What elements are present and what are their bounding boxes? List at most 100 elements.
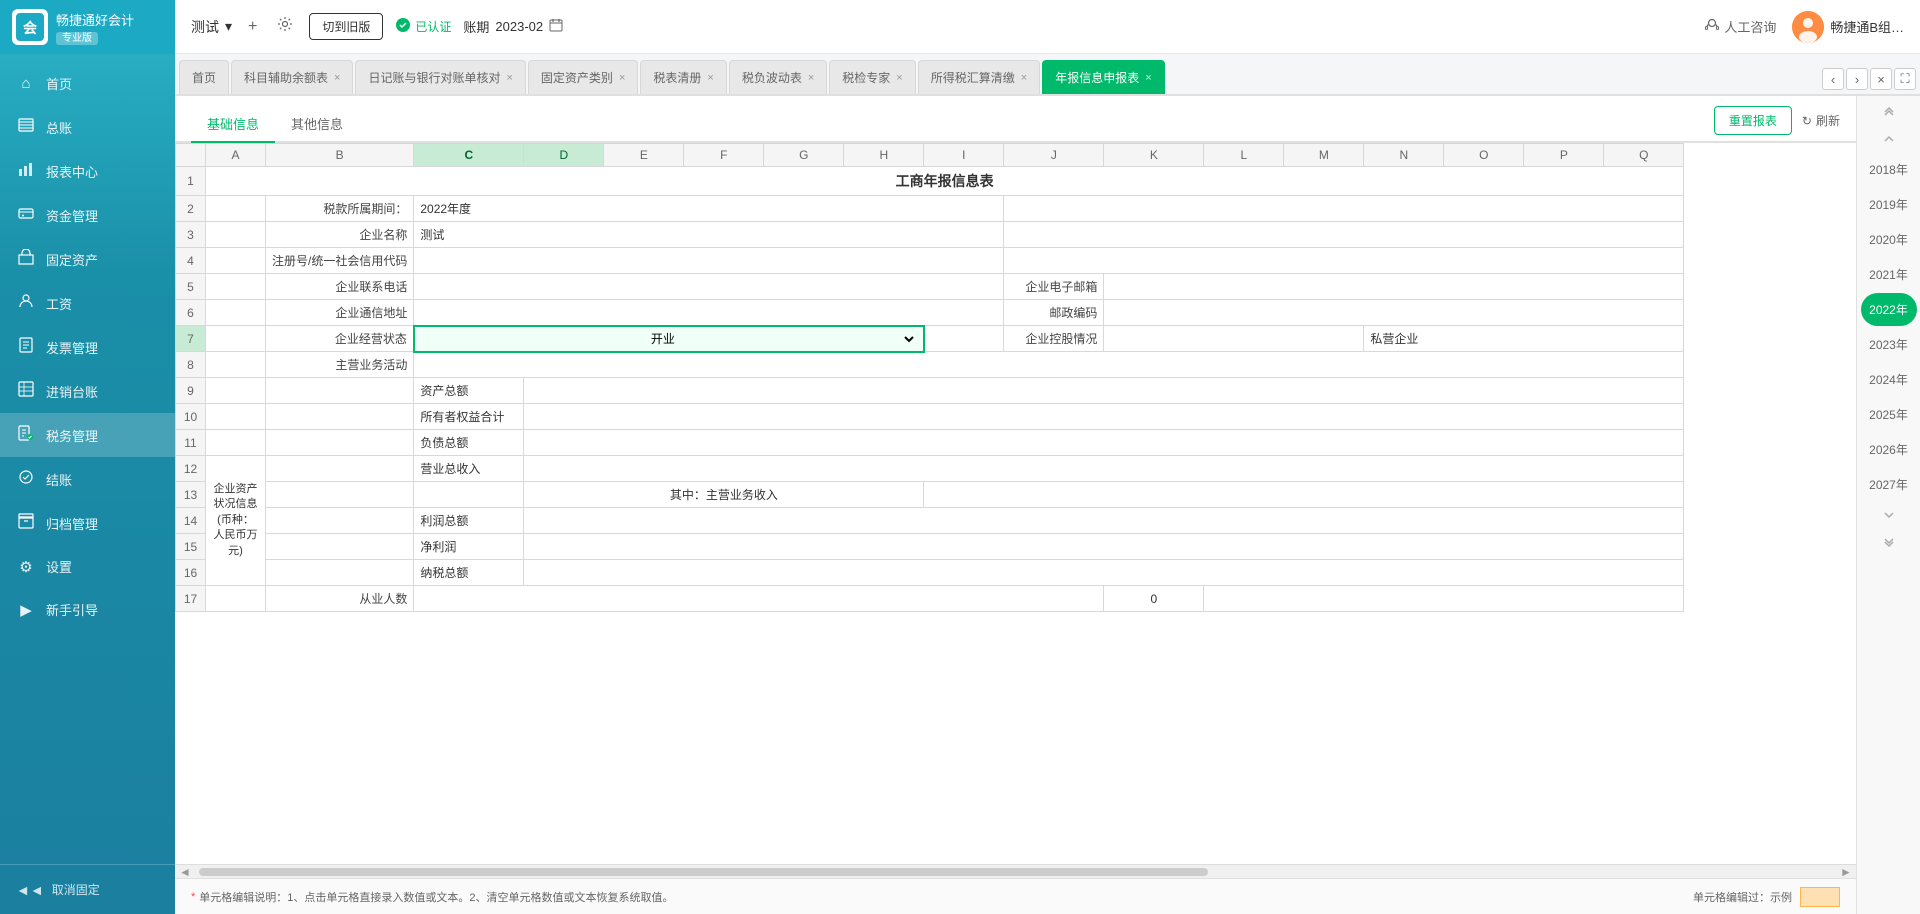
year-panel-scroll-down-btn[interactable]: [1873, 504, 1905, 526]
tab-close-icon[interactable]: ×: [619, 72, 625, 84]
cell-3a[interactable]: [206, 222, 266, 248]
sidebar-item-tax[interactable]: 税务管理: [0, 413, 175, 457]
company-selector[interactable]: 测试 ▾: [191, 17, 232, 37]
sidebar-item-salary[interactable]: 工资: [0, 281, 175, 325]
cell-13c[interactable]: [414, 482, 524, 508]
sidebar-item-home[interactable]: ⌂ 首页: [0, 62, 175, 105]
cell-6c[interactable]: [414, 300, 1004, 326]
cell-4j[interactable]: [1004, 248, 1684, 274]
refresh-button[interactable]: ↻ 刷新: [1802, 112, 1840, 129]
tab-close-icon[interactable]: ×: [1021, 72, 1027, 84]
reset-report-button[interactable]: 重置报表: [1714, 106, 1792, 135]
cell-9a[interactable]: [206, 378, 266, 404]
tab-fixed-assets[interactable]: 固定资产类别 ×: [528, 60, 638, 94]
tab-tax-fluctuation[interactable]: 税负波动表 ×: [729, 60, 827, 94]
year-item-2019[interactable]: 2019年: [1861, 188, 1917, 221]
cell-3c[interactable]: 测试: [414, 222, 1004, 248]
sidebar-item-stock[interactable]: 进销台账: [0, 369, 175, 413]
cell-2c[interactable]: 2022年度: [414, 196, 1004, 222]
cell-10a[interactable]: [206, 404, 266, 430]
cell-17c[interactable]: [414, 586, 1104, 612]
year-panel-down-btn[interactable]: [1873, 530, 1905, 552]
cell-7a[interactable]: [206, 326, 266, 352]
operating-status-select[interactable]: 开业 注销 吊销 迁出 撤销: [421, 331, 917, 347]
scroll-thumb[interactable]: [199, 868, 1208, 876]
sub-tab-basic[interactable]: 基础信息: [191, 106, 275, 143]
tab-close-icon[interactable]: ×: [506, 72, 512, 84]
tab-close-icon[interactable]: ×: [707, 72, 713, 84]
cell-9d[interactable]: [524, 378, 1684, 404]
switch-version-button[interactable]: 切到旧版: [309, 13, 383, 40]
tab-close-icon[interactable]: ×: [334, 72, 340, 84]
tab-close-icon[interactable]: ×: [1145, 72, 1151, 84]
tab-next-button[interactable]: ›: [1846, 68, 1868, 90]
cell-10b[interactable]: [266, 404, 414, 430]
year-item-2018[interactable]: 2018年: [1861, 153, 1917, 186]
period-selector[interactable]: 账期 2023-02: [463, 17, 563, 36]
cell-5a[interactable]: [206, 274, 266, 300]
cell-14d[interactable]: [524, 508, 1684, 534]
tab-annual-report[interactable]: 年报信息申报表 ×: [1042, 60, 1164, 94]
year-item-2025[interactable]: 2025年: [1861, 398, 1917, 431]
cell-7i[interactable]: [924, 326, 1004, 352]
scroll-left-btn[interactable]: ◄: [175, 865, 195, 879]
tab-home[interactable]: 首页: [179, 60, 229, 94]
cell-17k[interactable]: 0: [1104, 586, 1204, 612]
sidebar-item-reports[interactable]: 报表中心: [0, 149, 175, 193]
cell-12b[interactable]: [266, 456, 414, 482]
add-button[interactable]: +: [244, 14, 261, 40]
sidebar-item-invoice[interactable]: 发票管理: [0, 325, 175, 369]
cell-7n[interactable]: 私营企业: [1364, 326, 1684, 352]
tab-auxiliary-balance[interactable]: 科目辅助余额表 ×: [231, 60, 353, 94]
settings-button[interactable]: [273, 12, 297, 41]
year-item-2020[interactable]: 2020年: [1861, 223, 1917, 256]
tab-expand-button[interactable]: ⛶: [1894, 68, 1916, 90]
tab-close-all-button[interactable]: ×: [1870, 68, 1892, 90]
cell-2a[interactable]: [206, 196, 266, 222]
cell-4c[interactable]: [414, 248, 1004, 274]
year-panel-scroll-up-btn[interactable]: [1873, 128, 1905, 150]
spreadsheet-wrapper[interactable]: A B C D E F G H I J K L: [175, 143, 1856, 864]
tab-prev-button[interactable]: ‹: [1822, 68, 1844, 90]
cell-11d[interactable]: [524, 430, 1684, 456]
cell-8c[interactable]: [414, 352, 1684, 378]
cell-17l[interactable]: [1204, 586, 1684, 612]
cell-10d[interactable]: [524, 404, 1684, 430]
cell-16b[interactable]: [266, 560, 414, 586]
cell-11b[interactable]: [266, 430, 414, 456]
sidebar-item-settings[interactable]: ⚙ 设置: [0, 545, 175, 588]
user-menu[interactable]: 畅捷通B组…: [1792, 11, 1904, 43]
scroll-right-btn[interactable]: ►: [1836, 865, 1856, 879]
cell-13b[interactable]: [266, 482, 414, 508]
sidebar-item-finance[interactable]: 资金管理: [0, 193, 175, 237]
year-item-2026[interactable]: 2026年: [1861, 433, 1917, 466]
sidebar-item-guide[interactable]: ▶ 新手引导: [0, 588, 175, 631]
pin-button[interactable]: ◄◄ 取消固定: [16, 875, 159, 904]
tab-close-icon[interactable]: ×: [808, 72, 814, 84]
cell-13j[interactable]: [924, 482, 1684, 508]
cell-4a[interactable]: [206, 248, 266, 274]
horizontal-scrollbar[interactable]: ◄ ►: [175, 864, 1856, 878]
cell-15b[interactable]: [266, 534, 414, 560]
tab-tax-check[interactable]: 税检专家 ×: [829, 60, 915, 94]
cell-8a[interactable]: [206, 352, 266, 378]
cell-15d[interactable]: [524, 534, 1684, 560]
sidebar-item-close-accounts[interactable]: 结账: [0, 457, 175, 501]
cell-6k[interactable]: [1104, 300, 1684, 326]
year-item-2023[interactable]: 2023年: [1861, 328, 1917, 361]
tab-close-icon[interactable]: ×: [896, 72, 902, 84]
cell-11a[interactable]: [206, 430, 266, 456]
year-item-2021[interactable]: 2021年: [1861, 258, 1917, 291]
year-item-2024[interactable]: 2024年: [1861, 363, 1917, 396]
cell-14b[interactable]: [266, 508, 414, 534]
year-item-2022[interactable]: 2022年: [1861, 293, 1917, 326]
tab-tax-list[interactable]: 税表清册 ×: [640, 60, 726, 94]
cell-5c[interactable]: [414, 274, 1004, 300]
cell-17a[interactable]: [206, 586, 266, 612]
cell-7k[interactable]: [1104, 326, 1364, 352]
service-button[interactable]: 人工咨询: [1704, 17, 1776, 36]
cell-6a[interactable]: [206, 300, 266, 326]
sub-tab-other[interactable]: 其他信息: [275, 106, 359, 143]
cell-3j[interactable]: [1004, 222, 1684, 248]
cell-16d[interactable]: [524, 560, 1684, 586]
